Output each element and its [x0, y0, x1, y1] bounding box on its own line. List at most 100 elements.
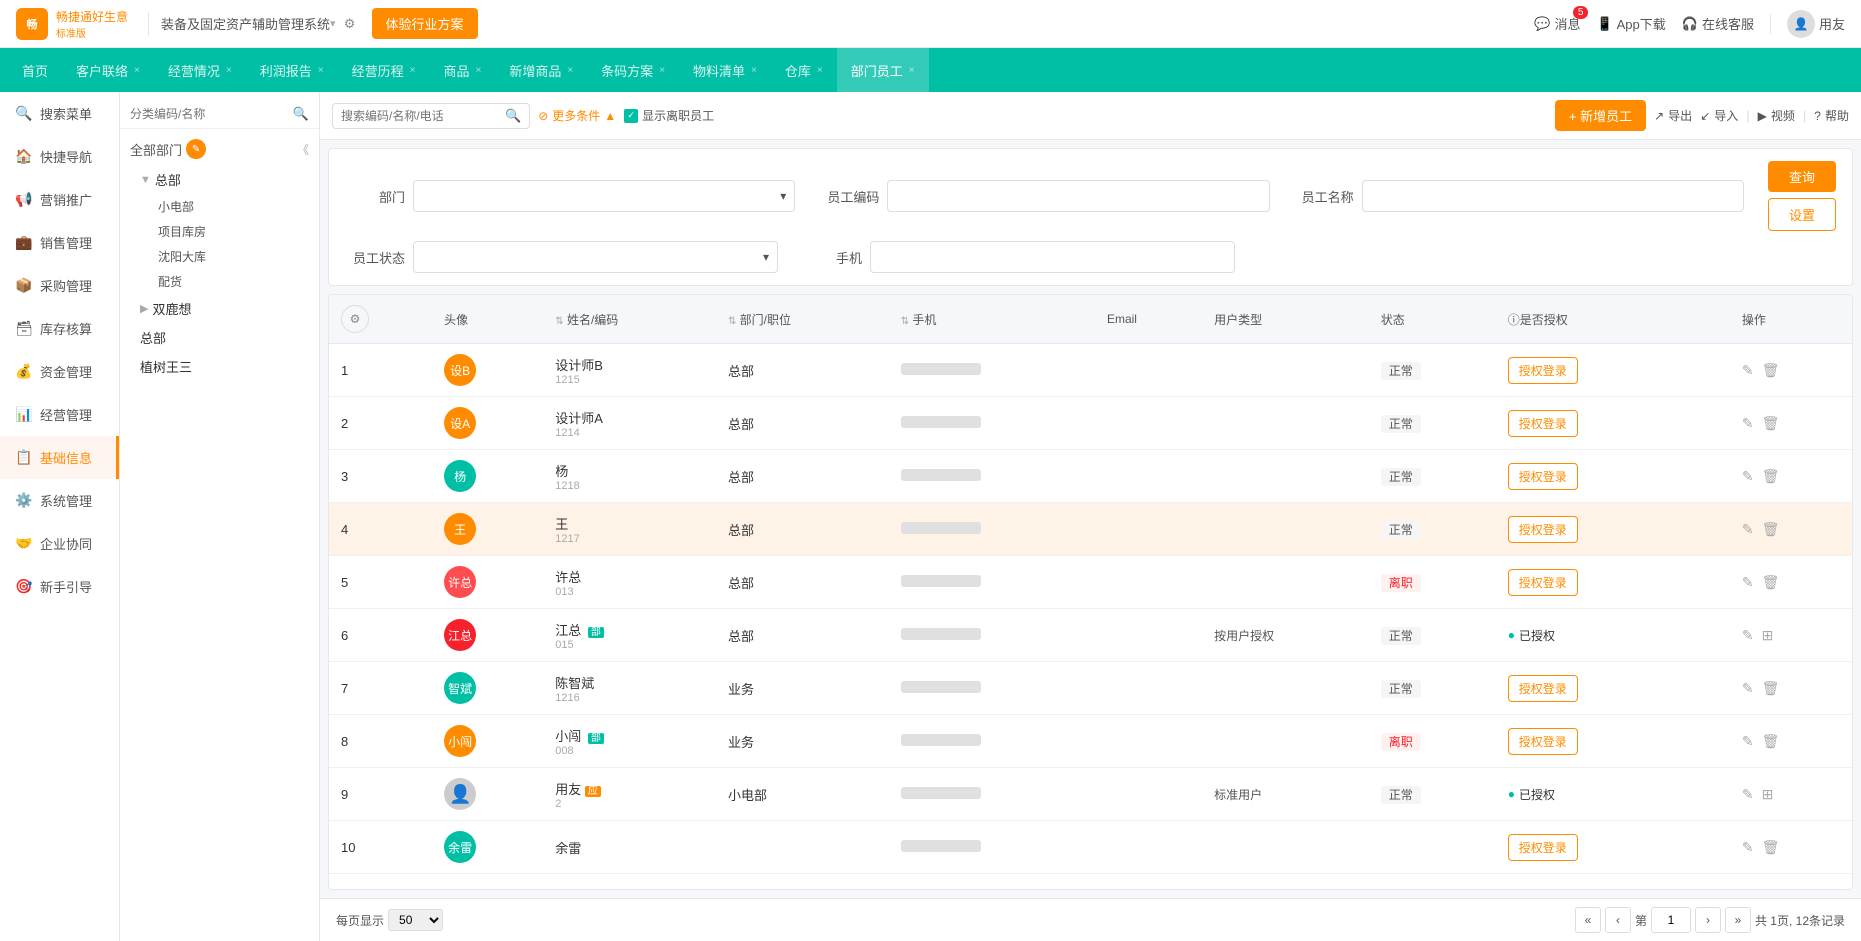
user-menu[interactable]: 👤 用友 — [1787, 10, 1845, 38]
edit-icon[interactable]: ✎ — [1742, 680, 1754, 697]
phone-form-item: 手机 — [802, 241, 1235, 273]
dept-search-icon[interactable]: 🔍 — [293, 106, 309, 122]
sidebar-item-basic[interactable]: 📋 基础信息 — [0, 436, 119, 479]
delete-icon[interactable]: 🗑 — [1762, 680, 1780, 697]
dept-child-project[interactable]: 项目库房 — [130, 219, 319, 244]
prev-page-button[interactable]: ‹ — [1605, 907, 1631, 933]
dept-group-title-head[interactable]: ▼ 总部 — [130, 165, 319, 194]
auth-button[interactable]: 授权登录 — [1508, 675, 1578, 702]
edit-icon[interactable]: ✎ — [1742, 839, 1754, 856]
dept-collapse-icon[interactable]: 《 — [297, 141, 309, 158]
help-button[interactable]: ? 帮助 — [1814, 107, 1849, 124]
dept-child-small-elec[interactable]: 小电部 — [130, 194, 319, 219]
tab-dept-staff[interactable]: 部门员工 × — [837, 48, 929, 92]
show-resigned-checkbox[interactable]: ✓ 显示离职员工 — [624, 107, 714, 124]
tab-customer[interactable]: 客户联络 × — [62, 48, 154, 92]
copy-icon[interactable]: ⊞ — [1762, 786, 1774, 803]
dept-group-title-shuanglu[interactable]: ▶ 双鹿想 — [130, 294, 319, 323]
page-input[interactable] — [1651, 907, 1691, 933]
auth-button[interactable]: 授权登录 — [1508, 357, 1578, 384]
export-button[interactable]: ↗ 导出 — [1654, 107, 1692, 124]
th-name[interactable]: ⇅ 姓名/编码 — [543, 295, 716, 344]
last-page-button[interactable]: » — [1725, 907, 1751, 933]
sidebar-item-inventory[interactable]: 🗃 库存核算 — [0, 307, 119, 350]
delete-icon[interactable]: 🗑 — [1762, 521, 1780, 538]
per-page-dropdown[interactable]: 50 100 200 — [388, 909, 443, 931]
sidebar-item-collab[interactable]: 🤝 企业协同 — [0, 522, 119, 565]
sidebar-item-business[interactable]: 📊 经营管理 — [0, 393, 119, 436]
th-dept[interactable]: ⇅ 部门/职位 — [716, 295, 889, 344]
auth-button[interactable]: 授权登录 — [1508, 834, 1578, 861]
set-button[interactable]: 设置 — [1768, 198, 1836, 231]
sidebar-item-sales[interactable]: 💼 销售管理 — [0, 221, 119, 264]
app-download-button[interactable]: 📱 App下载 — [1596, 14, 1665, 33]
sidebar-item-system[interactable]: ⚙️ 系统管理 — [0, 479, 119, 522]
auth-button[interactable]: 授权登录 — [1508, 463, 1578, 490]
sidebar-item-marketing[interactable]: 📢 营销推广 — [0, 178, 119, 221]
row-avatar: 👤 — [432, 768, 543, 821]
th-phone[interactable]: ⇅ 手机 — [889, 295, 1095, 344]
edit-icon[interactable]: ✎ — [1742, 521, 1754, 538]
dept-group-title-zongbu[interactable]: 总部 — [130, 323, 319, 352]
tab-goods[interactable]: 商品 × — [429, 48, 495, 92]
settings-icon[interactable]: ⚙ — [336, 10, 364, 38]
sidebar-item-purchase[interactable]: 📦 采购管理 — [0, 264, 119, 307]
query-button[interactable]: 查询 — [1768, 161, 1836, 192]
auth-button[interactable]: 授权登录 — [1508, 516, 1578, 543]
sidebar-item-finance[interactable]: 💰 资金管理 — [0, 350, 119, 393]
search-icon[interactable]: 🔍 — [505, 108, 521, 124]
edit-icon[interactable]: ✎ — [1742, 574, 1754, 591]
edit-icon[interactable]: ✎ — [1742, 415, 1754, 432]
auth-button[interactable]: 授权登录 — [1508, 410, 1578, 437]
auth-button[interactable]: 授权登录 — [1508, 728, 1578, 755]
dept-edit-icon[interactable]: ✎ — [186, 139, 206, 159]
sidebar-item-guide[interactable]: 🎯 新手引导 — [0, 565, 119, 608]
tab-barcode[interactable]: 条码方案 × — [587, 48, 679, 92]
th-settings[interactable]: ⚙ — [329, 295, 432, 344]
edit-icon[interactable]: ✎ — [1742, 786, 1754, 803]
tab-bom[interactable]: 物料清单 × — [679, 48, 771, 92]
emp-code-input[interactable] — [887, 180, 1269, 212]
delete-icon[interactable]: 🗑 — [1762, 362, 1780, 379]
sidebar-item-nav[interactable]: 🏠 快捷导航 — [0, 135, 119, 178]
delete-icon[interactable]: 🗑 — [1762, 468, 1780, 485]
tab-history[interactable]: 经营历程 × — [338, 48, 430, 92]
emp-name-input[interactable] — [1362, 180, 1744, 212]
tab-home[interactable]: 首页 — [8, 48, 62, 92]
delete-icon[interactable]: 🗑 — [1762, 574, 1780, 591]
sidebar-item-search[interactable]: 🔍 搜索菜单 — [0, 92, 119, 135]
first-page-button[interactable]: « — [1575, 907, 1601, 933]
edit-icon[interactable]: ✎ — [1742, 733, 1754, 750]
copy-icon[interactable]: ⊞ — [1762, 627, 1774, 644]
dept-select[interactable]: ▾ — [413, 180, 795, 212]
emp-status-select[interactable]: ▾ — [413, 241, 778, 273]
tab-warehouse[interactable]: 仓库 × — [771, 48, 837, 92]
edit-icon[interactable]: ✎ — [1742, 627, 1754, 644]
business-icon: 📊 — [16, 407, 32, 423]
home-icon: 🏠 — [16, 149, 32, 165]
tab-profit[interactable]: 利润报告 × — [246, 48, 338, 92]
auth-button[interactable]: 授权登录 — [1508, 569, 1578, 596]
delete-icon[interactable]: 🗑 — [1762, 415, 1780, 432]
more-filter-button[interactable]: ⊘ 更多条件 ▲ — [538, 107, 616, 124]
import-button[interactable]: ↙ 导入 — [1700, 107, 1738, 124]
messages-button[interactable]: 💬 消息 5 — [1534, 14, 1580, 33]
dept-search-input[interactable] — [130, 107, 293, 121]
dept-child-distribution[interactable]: 配货 — [130, 269, 319, 294]
tab-new-goods[interactable]: 新增商品 × — [495, 48, 587, 92]
trial-button[interactable]: 体验行业方案 — [372, 8, 478, 39]
delete-icon[interactable]: 🗑 — [1762, 733, 1780, 750]
dept-child-shenyang[interactable]: 沈阳大库 — [130, 244, 319, 269]
add-employee-button[interactable]: + 新增员工 — [1555, 100, 1646, 131]
search-input[interactable] — [341, 109, 501, 123]
view-button[interactable]: ▶ 视频 — [1758, 107, 1795, 124]
phone-input[interactable] — [870, 241, 1235, 273]
all-dept-header[interactable]: 全部部门 ✎ 《 — [120, 133, 319, 165]
next-page-button[interactable]: › — [1695, 907, 1721, 933]
dept-group-title-zhishu[interactable]: 植树王三 — [130, 352, 319, 381]
edit-icon[interactable]: ✎ — [1742, 362, 1754, 379]
tab-operation[interactable]: 经营情况 × — [154, 48, 246, 92]
delete-icon[interactable]: 🗑 — [1762, 839, 1780, 856]
online-service-button[interactable]: 🎧 在线客服 — [1682, 14, 1754, 33]
edit-icon[interactable]: ✎ — [1742, 468, 1754, 485]
